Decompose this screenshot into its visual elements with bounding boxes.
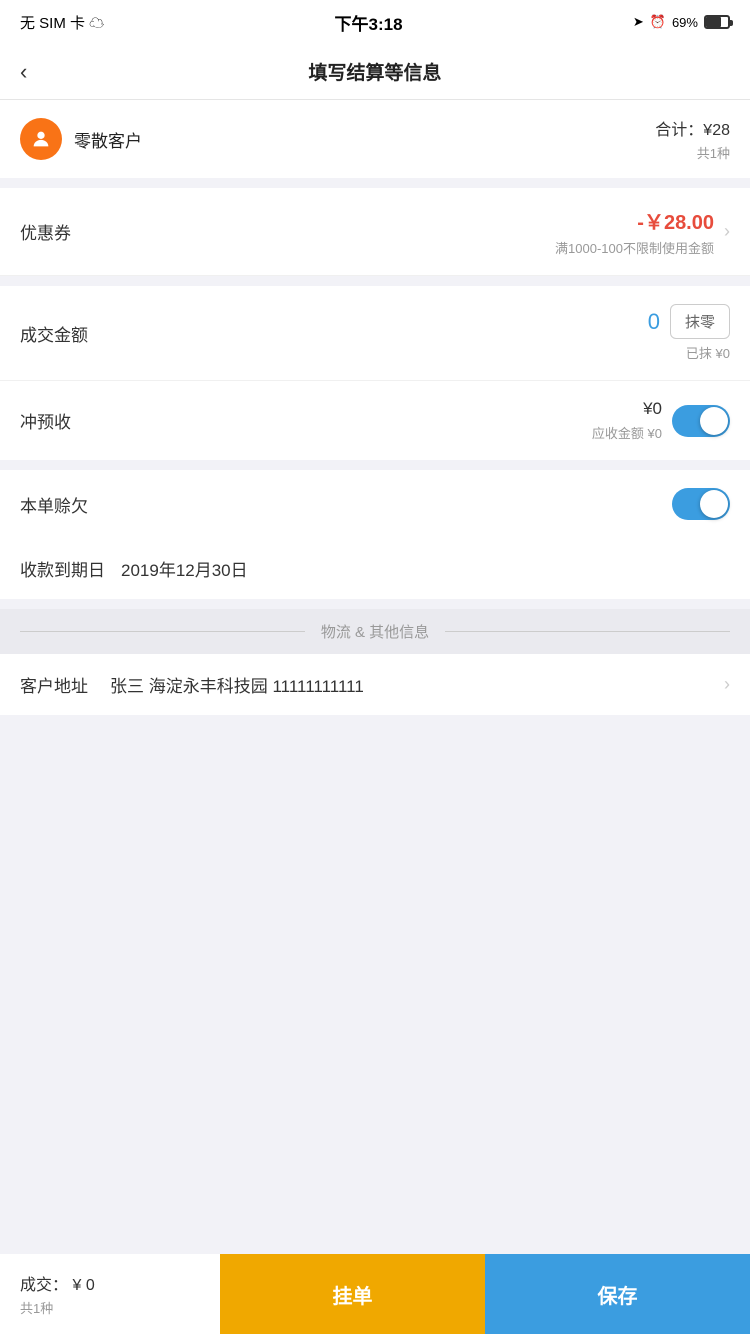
duedate-row: 收款到期日 2019年12月30日 [0, 538, 750, 599]
bottom-deal-label: 成交： [20, 1277, 68, 1294]
prepay-value: ¥0 [592, 399, 662, 419]
debt-row: 本单赊欠 [0, 470, 750, 538]
prepay-right: ¥0 应收金额 ¥0 [592, 399, 730, 442]
deal-amount-row: 成交金额 0 抹零 已抹 ¥0 [0, 286, 750, 381]
divider-right [445, 631, 730, 632]
prepay-top: ¥0 应收金额 ¥0 [592, 399, 730, 442]
save-button[interactable]: 保存 [485, 1254, 750, 1334]
duedate-value[interactable]: 2019年12月30日 [121, 556, 248, 581]
round-button[interactable]: 抹零 [670, 304, 730, 339]
deal-amount-top: 0 抹零 [648, 304, 730, 339]
coupon-right: -￥28.00 满1000-100不限制使用金额 › [555, 206, 730, 257]
customer-row: 零散客户 合计：¥28 共1种 [0, 100, 750, 178]
address-chevron-icon: › [724, 674, 730, 695]
prepay-row: 冲预收 ¥0 应收金额 ¥0 [0, 381, 750, 460]
prepay-toggle-knob [700, 407, 728, 435]
deal-amount-sub: 已抹 ¥0 [686, 343, 730, 362]
customer-avatar [20, 118, 62, 160]
debt-label: 本单赊欠 [20, 492, 88, 517]
prepay-toggle[interactable] [672, 405, 730, 437]
status-left: 无 SIM 卡 ☁ [20, 12, 104, 33]
coupon-row[interactable]: 优惠券 -￥28.00 满1000-100不限制使用金额 › [0, 188, 750, 276]
sim-label: 无 SIM 卡 ☁ [20, 12, 104, 33]
coupon-label: 优惠券 [20, 219, 71, 244]
page-title: 填写结算等信息 [308, 58, 441, 85]
address-row[interactable]: 客户地址 张三 海淀永丰科技园 11111111111 › [0, 654, 750, 715]
status-time: 下午3:18 [335, 10, 403, 35]
empty-space [0, 715, 750, 935]
amount-section: 成交金额 0 抹零 已抹 ¥0 冲预收 ¥0 应收金额 ¥0 [0, 286, 750, 460]
status-right: ➤ ⏰ 69% [633, 14, 730, 30]
deal-amount-label: 成交金额 [20, 321, 88, 346]
nav-bar: ‹ 填写结算等信息 [0, 44, 750, 100]
hold-button[interactable]: 挂单 [220, 1254, 485, 1334]
coupon-section: 优惠券 -￥28.00 满1000-100不限制使用金额 › [0, 188, 750, 276]
prepay-sub: 应收金额 ¥0 [592, 423, 662, 442]
coupon-desc: 满1000-100不限制使用金额 [555, 238, 714, 257]
bottom-deal-count: 共1种 [20, 1298, 200, 1317]
duedate-label: 收款到期日 [20, 556, 105, 581]
logistics-section-header: 物流 & 其他信息 [0, 609, 750, 654]
customer-total-area: 合计：¥28 共1种 [655, 116, 730, 162]
prepay-label: 冲预收 [20, 408, 71, 433]
debt-section: 本单赊欠 收款到期日 2019年12月30日 [0, 470, 750, 599]
customer-left: 零散客户 [20, 118, 142, 160]
bottom-info: 成交： ¥ 0 共1种 [0, 1271, 220, 1317]
battery-label: 69% [672, 15, 698, 30]
logistics-header-text: 物流 & 其他信息 [321, 621, 429, 642]
status-bar: 无 SIM 卡 ☁ 下午3:18 ➤ ⏰ 69% [0, 0, 750, 44]
alarm-icon: ⏰ [650, 14, 666, 30]
coupon-chevron-icon: › [724, 221, 730, 242]
debt-toggle-knob [700, 490, 728, 518]
battery-icon [704, 15, 730, 29]
debt-toggle[interactable] [672, 488, 730, 520]
bottom-deal-row: 成交： ¥ 0 [20, 1271, 200, 1295]
customer-name: 零散客户 [74, 127, 142, 152]
back-button[interactable]: ‹ [20, 59, 27, 85]
customer-count: 共1种 [655, 143, 730, 162]
deal-amount-value[interactable]: 0 [648, 309, 660, 335]
customer-total: 合计：¥28 [655, 116, 730, 140]
bottom-deal-value: ¥ 0 [72, 1277, 94, 1294]
address-value: 张三 海淀永丰科技园 11111111111 [110, 672, 724, 697]
deal-amount-right: 0 抹零 已抹 ¥0 [648, 304, 730, 362]
bottom-bar: 成交： ¥ 0 共1种 挂单 保存 [0, 1254, 750, 1334]
address-label: 客户地址 [20, 672, 100, 697]
divider-left [20, 631, 305, 632]
coupon-value-area: -￥28.00 满1000-100不限制使用金额 [555, 206, 714, 257]
content: 零散客户 合计：¥28 共1种 优惠券 -￥28.00 满1000-100不限制… [0, 100, 750, 1035]
coupon-discount: -￥28.00 [555, 206, 714, 235]
location-icon: ➤ [633, 14, 644, 30]
